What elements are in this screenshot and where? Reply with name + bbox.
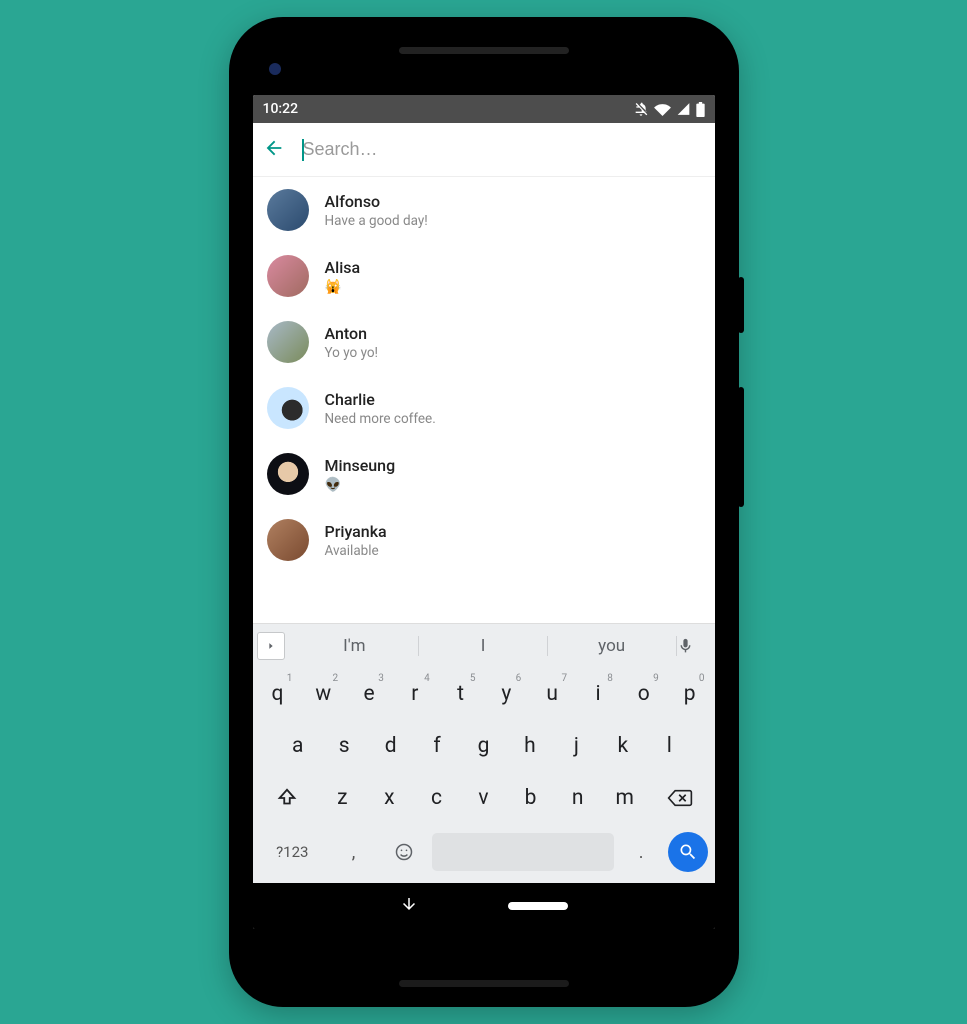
backspace-icon <box>667 788 693 808</box>
list-item[interactable]: Charlie Need more coffee. <box>253 375 715 441</box>
key-g[interactable]: g <box>462 723 504 769</box>
status-icons <box>633 101 705 117</box>
key-o[interactable]: o9 <box>623 671 665 717</box>
soft-keyboard: I'm I you q1 w2 e3 r4 t5 y6 u7 i8 o9 p0 <box>253 623 715 883</box>
contact-name: Charlie <box>325 390 436 409</box>
emoji-icon <box>394 842 414 862</box>
list-item[interactable]: Priyanka Available <box>253 507 715 573</box>
key-t[interactable]: t5 <box>440 671 482 717</box>
key-m[interactable]: m <box>603 775 646 821</box>
key-h[interactable]: h <box>509 723 551 769</box>
list-item[interactable]: Anton Yo yo yo! <box>253 309 715 375</box>
bottom-speaker <box>399 980 569 987</box>
contact-name: Alisa <box>325 258 361 277</box>
key-a[interactable]: a <box>277 723 319 769</box>
key-symbols[interactable]: ?123 <box>259 829 327 875</box>
key-search[interactable] <box>668 832 708 872</box>
key-c[interactable]: c <box>415 775 458 821</box>
suggestion[interactable]: you <box>548 636 677 656</box>
contact-name: Anton <box>325 324 379 343</box>
keyboard-row: z x c v b n m <box>253 772 715 824</box>
mute-icon <box>633 101 649 117</box>
shift-icon <box>276 787 298 809</box>
search-icon <box>678 842 698 862</box>
key-s[interactable]: s <box>323 723 365 769</box>
search-input[interactable] <box>303 139 705 160</box>
key-p[interactable]: p0 <box>669 671 711 717</box>
chevron-right-icon <box>266 641 276 651</box>
microphone-icon <box>677 635 694 657</box>
keyboard-row: q1 w2 e3 r4 t5 y6 u7 i8 o9 p0 <box>253 668 715 720</box>
avatar <box>267 189 309 231</box>
text-caret <box>302 139 304 161</box>
battery-icon <box>696 102 705 117</box>
list-item[interactable]: Minseung 👽 <box>253 441 715 507</box>
key-comma[interactable]: , <box>330 829 377 875</box>
nav-back-button[interactable] <box>400 895 418 917</box>
key-r[interactable]: r4 <box>394 671 436 717</box>
search-bar <box>253 123 715 177</box>
contact-status: Have a good day! <box>325 213 428 229</box>
contact-list[interactable]: Alfonso Have a good day! Alisa 🙀 Anton Y… <box>253 177 715 623</box>
key-shift[interactable] <box>257 775 317 821</box>
suggestion[interactable]: I'm <box>291 636 420 656</box>
key-y[interactable]: y6 <box>486 671 528 717</box>
volume-button <box>738 387 744 507</box>
phone-frame: 10:22 Alfonso <box>229 17 739 1007</box>
earpiece <box>399 47 569 54</box>
arrow-left-icon <box>263 137 285 159</box>
keyboard-row: ?123 , . <box>253 824 715 883</box>
contact-name: Priyanka <box>325 522 387 541</box>
wifi-icon <box>654 102 671 116</box>
key-d[interactable]: d <box>369 723 411 769</box>
contact-status: Need more coffee. <box>325 411 436 427</box>
key-period[interactable]: . <box>618 829 665 875</box>
voice-input-button[interactable] <box>677 635 711 657</box>
list-item[interactable]: Alfonso Have a good day! <box>253 177 715 243</box>
key-i[interactable]: i8 <box>577 671 619 717</box>
contact-name: Minseung <box>325 456 396 475</box>
power-button <box>738 277 744 333</box>
key-e[interactable]: e3 <box>348 671 390 717</box>
search-field-wrap[interactable] <box>303 139 705 160</box>
contact-status: 👽 <box>325 477 396 493</box>
nav-back-icon <box>400 895 418 913</box>
contact-status: Yo yo yo! <box>325 345 379 361</box>
avatar <box>267 387 309 429</box>
key-n[interactable]: n <box>556 775 599 821</box>
list-item[interactable]: Alisa 🙀 <box>253 243 715 309</box>
suggestion-row: I'm I you <box>253 624 715 668</box>
status-bar: 10:22 <box>253 95 715 123</box>
key-j[interactable]: j <box>555 723 597 769</box>
key-k[interactable]: k <box>602 723 644 769</box>
keyboard-row: a s d f g h j k l <box>253 720 715 772</box>
key-w[interactable]: w2 <box>302 671 344 717</box>
back-button[interactable] <box>263 137 285 163</box>
contact-name: Alfonso <box>325 192 428 211</box>
signal-icon <box>676 102 691 116</box>
avatar <box>267 321 309 363</box>
avatar <box>267 519 309 561</box>
key-f[interactable]: f <box>416 723 458 769</box>
key-v[interactable]: v <box>462 775 505 821</box>
key-x[interactable]: x <box>368 775 411 821</box>
key-backspace[interactable] <box>650 775 710 821</box>
contact-status: 🙀 <box>325 279 361 295</box>
suggestion[interactable]: I <box>419 636 548 656</box>
key-q[interactable]: q1 <box>257 671 299 717</box>
nav-home-pill[interactable] <box>508 902 568 910</box>
avatar <box>267 255 309 297</box>
android-navbar <box>253 883 715 929</box>
key-l[interactable]: l <box>648 723 690 769</box>
key-b[interactable]: b <box>509 775 552 821</box>
screen: 10:22 Alfonso <box>253 95 715 929</box>
contact-status: Available <box>325 543 387 559</box>
key-z[interactable]: z <box>321 775 364 821</box>
key-emoji[interactable] <box>381 829 428 875</box>
avatar <box>267 453 309 495</box>
expand-suggestions-button[interactable] <box>257 632 285 660</box>
status-time: 10:22 <box>263 101 299 117</box>
key-space[interactable] <box>432 833 614 871</box>
key-u[interactable]: u7 <box>531 671 573 717</box>
